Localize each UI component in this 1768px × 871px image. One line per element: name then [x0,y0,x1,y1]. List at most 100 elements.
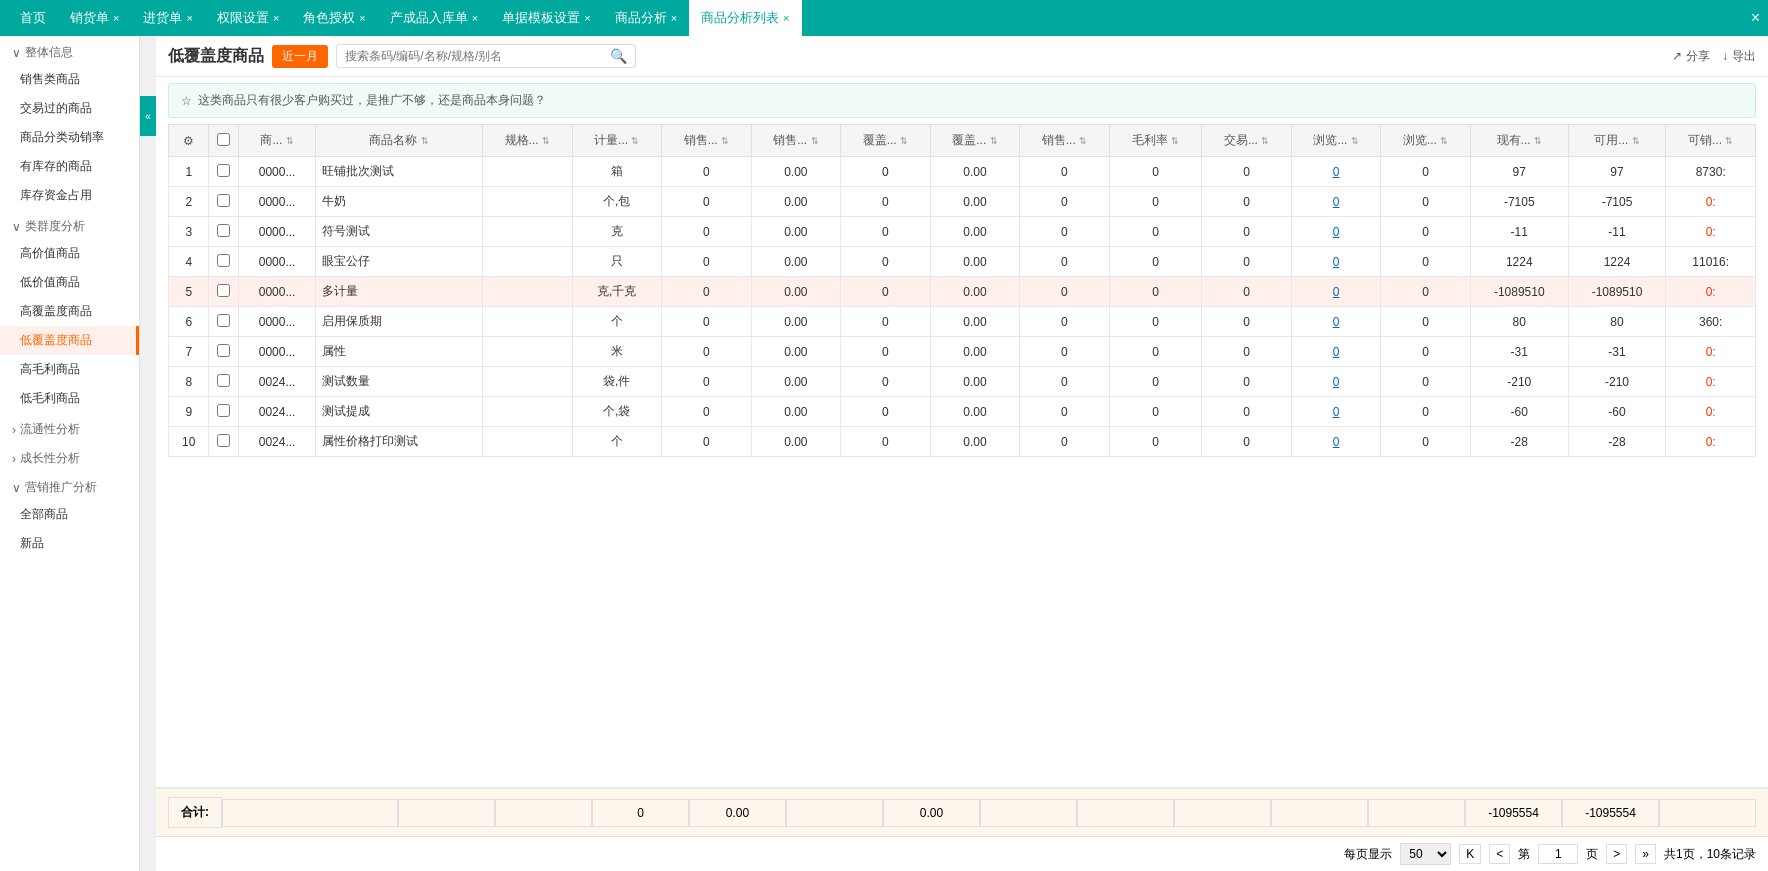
cell-checkbox[interactable] [209,427,239,457]
nav-analysis[interactable]: 商品分析 × [603,0,689,36]
export-button[interactable]: ↓ 导出 [1722,48,1756,65]
cell-browse1[interactable]: 0 [1291,307,1381,337]
sidebar-item-stocked-goods[interactable]: 有库存的商品 [0,152,139,181]
col-available[interactable]: 可用... ⇅ [1568,125,1666,157]
nav-product-in[interactable]: 产成品入库单 × [378,0,490,36]
row-checkbox[interactable] [217,224,230,237]
row-checkbox[interactable] [217,434,230,447]
cell-checkbox[interactable] [209,367,239,397]
cell-name[interactable]: 牛奶 [315,187,482,217]
period-button[interactable]: 近一月 [272,45,328,68]
sidebar-item-low-coverage[interactable]: 低覆盖度商品 [0,326,139,355]
cell-name[interactable]: 属性价格打印测试 [315,427,482,457]
sidebar-section-group[interactable]: ∨ 类群度分析 [0,210,139,239]
window-close-btn[interactable]: × [1751,9,1760,27]
col-coverage1[interactable]: 覆盖... ⇅ [841,125,931,157]
cell-checkbox[interactable] [209,157,239,187]
nav-sales[interactable]: 销货单 × [58,0,131,36]
sidebar-item-low-value[interactable]: 低价值商品 [0,268,139,297]
sidebar-item-high-value[interactable]: 高价值商品 [0,239,139,268]
cell-browse1[interactable]: 0 [1291,157,1381,187]
row-checkbox[interactable] [217,194,230,207]
col-margin[interactable]: 毛利率 ⇅ [1109,125,1202,157]
cell-browse1[interactable]: 0 [1291,277,1381,307]
cell-checkbox[interactable] [209,217,239,247]
col-browse1[interactable]: 浏览... ⇅ [1291,125,1381,157]
settings-icon[interactable]: ⚙ [183,134,194,148]
nav-close-template[interactable]: × [584,12,590,24]
next-page-btn[interactable]: > [1606,844,1627,864]
nav-permission[interactable]: 权限设置 × [205,0,291,36]
sidebar-item-sales-goods[interactable]: 销售类商品 [0,65,139,94]
sidebar-section-marketing[interactable]: ∨ 营销推广分析 [0,471,139,500]
row-checkbox[interactable] [217,254,230,267]
cell-checkbox[interactable] [209,277,239,307]
cell-name[interactable]: 旺铺批次测试 [315,157,482,187]
sidebar-item-high-margin[interactable]: 高毛利商品 [0,355,139,384]
cell-browse1[interactable]: 0 [1291,367,1381,397]
col-current-stock[interactable]: 现有... ⇅ [1470,125,1568,157]
last-page-btn[interactable]: » [1635,844,1656,864]
nav-close-analysis-list[interactable]: × [783,12,789,24]
row-checkbox[interactable] [217,404,230,417]
page-size-select[interactable]: 20 50 100 [1400,843,1451,865]
nav-purchase[interactable]: 进货单 × [131,0,204,36]
cell-browse1[interactable]: 0 [1291,247,1381,277]
first-page-btn[interactable]: K [1459,844,1481,864]
sidebar-collapse-btn[interactable]: « [140,96,156,136]
cell-checkbox[interactable] [209,187,239,217]
cell-checkbox[interactable] [209,337,239,367]
col-sales-count[interactable]: 销售... ⇅ [662,125,752,157]
share-button[interactable]: ↗ 分享 [1672,48,1710,65]
nav-close-purchase[interactable]: × [186,12,192,24]
col-spec[interactable]: 规格... ⇅ [482,125,572,157]
col-settings[interactable]: ⚙ [169,125,209,157]
select-all-checkbox[interactable] [217,133,230,146]
nav-close-product-in[interactable]: × [472,12,478,24]
nav-close-permission[interactable]: × [273,12,279,24]
cell-checkbox[interactable] [209,397,239,427]
sidebar-item-high-coverage[interactable]: 高覆盖度商品 [0,297,139,326]
sidebar-item-new-goods[interactable]: 新品 [0,529,139,558]
cell-browse1[interactable]: 0 [1291,217,1381,247]
col-coverage2[interactable]: 覆盖... ⇅ [930,125,1020,157]
nav-close-role[interactable]: × [359,12,365,24]
col-sales-amount[interactable]: 销售... ⇅ [751,125,841,157]
sidebar-item-traded-goods[interactable]: 交易过的商品 [0,94,139,123]
col-code[interactable]: 商... ⇅ [239,125,315,157]
cell-name[interactable]: 启用保质期 [315,307,482,337]
nav-template[interactable]: 单据模板设置 × [490,0,602,36]
cell-browse1[interactable]: 0 [1291,337,1381,367]
col-saleable[interactable]: 可销... ⇅ [1666,125,1756,157]
nav-close-sales[interactable]: × [113,12,119,24]
nav-analysis-list[interactable]: 商品分析列表 × [689,0,801,36]
cell-browse1[interactable]: 0 [1291,427,1381,457]
sidebar-section-flow[interactable]: › 流通性分析 [0,413,139,442]
row-checkbox[interactable] [217,344,230,357]
cell-name[interactable]: 属性 [315,337,482,367]
sidebar-item-all-goods[interactable]: 全部商品 [0,500,139,529]
col-transaction[interactable]: 交易... ⇅ [1202,125,1292,157]
row-checkbox[interactable] [217,284,230,297]
cell-name[interactable]: 测试数量 [315,367,482,397]
col-unit[interactable]: 计量... ⇅ [572,125,662,157]
cell-checkbox[interactable] [209,247,239,277]
row-checkbox[interactable] [217,314,230,327]
sidebar-item-stock-capital[interactable]: 库存资金占用 [0,181,139,210]
search-icon[interactable]: 🔍 [610,48,627,64]
search-input[interactable] [345,49,610,63]
row-checkbox[interactable] [217,164,230,177]
nav-home[interactable]: 首页 [8,0,58,36]
cell-browse1[interactable]: 0 [1291,187,1381,217]
cell-checkbox[interactable] [209,307,239,337]
col-name[interactable]: 商品名称 ⇅ [315,125,482,157]
col-browse2[interactable]: 浏览... ⇅ [1381,125,1471,157]
nav-close-analysis[interactable]: × [671,12,677,24]
nav-role[interactable]: 角色授权 × [291,0,377,36]
sidebar-section-growth[interactable]: › 成长性分析 [0,442,139,471]
row-checkbox[interactable] [217,374,230,387]
cell-browse1[interactable]: 0 [1291,397,1381,427]
sidebar-section-overall[interactable]: ∨ 整体信息 [0,36,139,65]
col-checkbox[interactable] [209,125,239,157]
col-sales-other[interactable]: 销售... ⇅ [1020,125,1110,157]
